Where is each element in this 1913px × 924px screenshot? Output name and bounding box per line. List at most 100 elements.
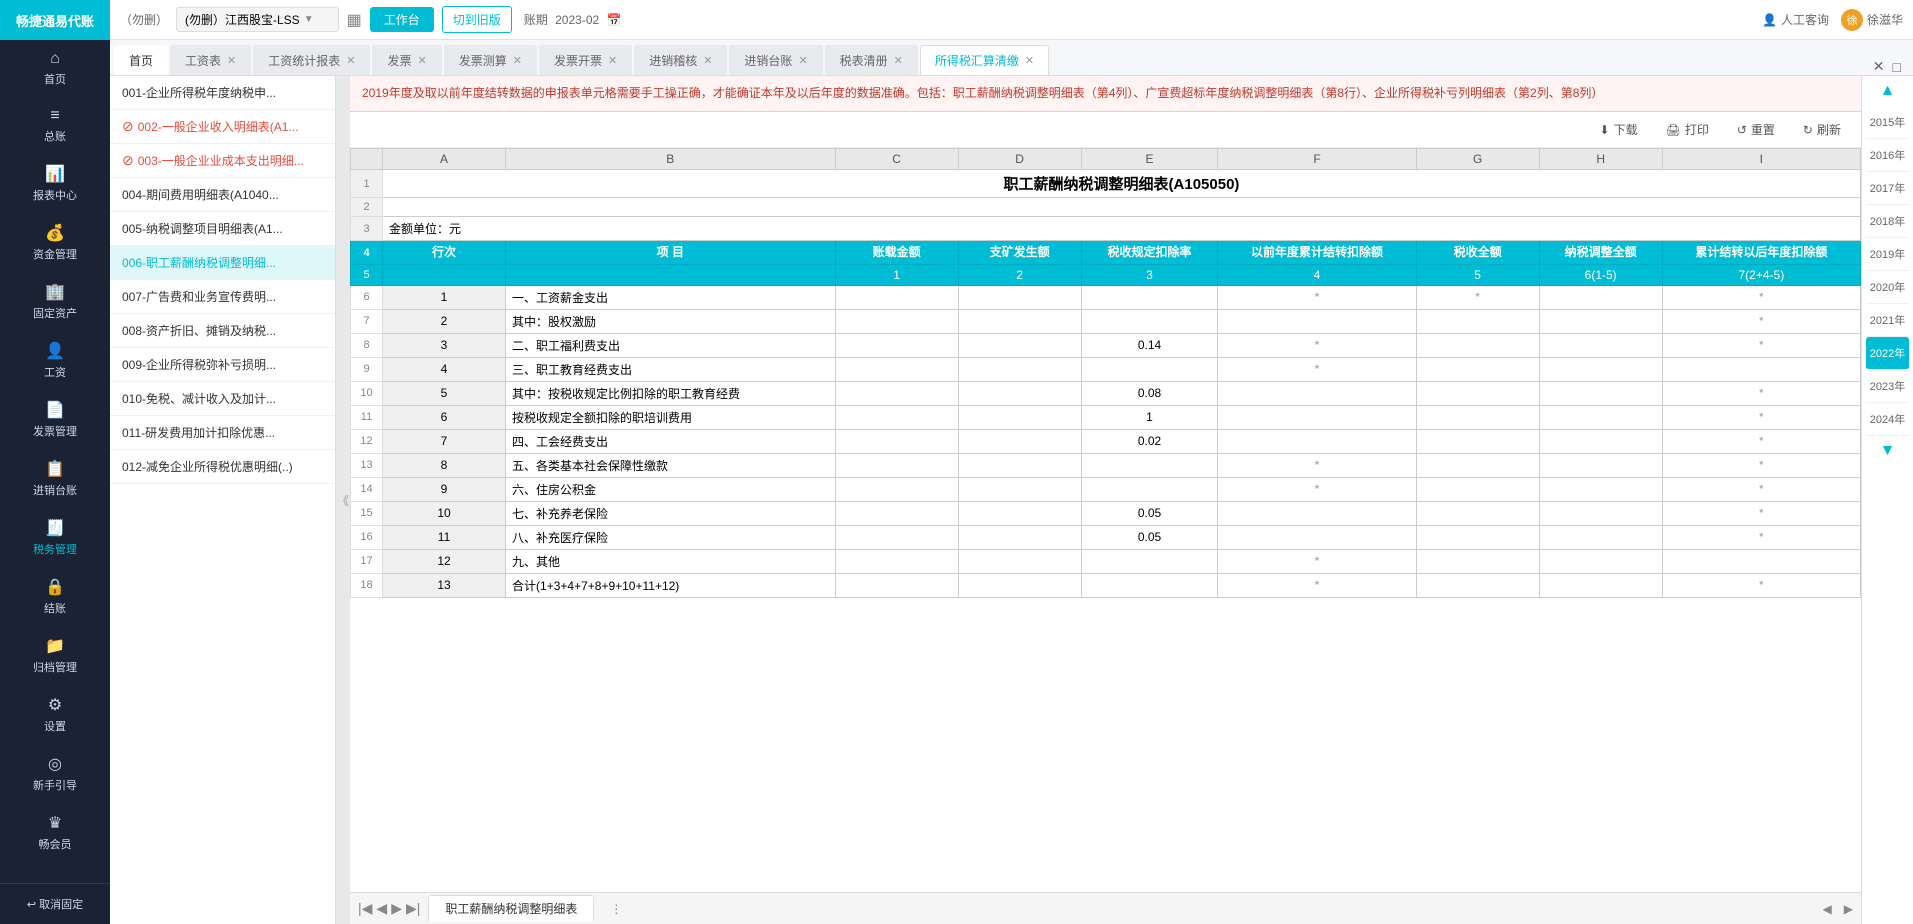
reset-button[interactable]: ↺ 重置 [1729, 118, 1783, 141]
row-18-col-4[interactable]: * [1218, 573, 1416, 597]
row-13-col-1[interactable] [835, 453, 958, 477]
row-14-col-4[interactable]: * [1218, 477, 1416, 501]
form-item-010[interactable]: 010-免税、减计收入及加计... [110, 382, 335, 416]
row-8-col-6[interactable] [1539, 333, 1662, 357]
form-item-001[interactable]: 001-企业所得税年度纳税申... [110, 76, 335, 110]
row-8-col-1[interactable] [835, 333, 958, 357]
year-item-2023年[interactable]: 2023年 [1866, 370, 1909, 403]
calendar-icon2[interactable]: 📅 [607, 13, 622, 27]
row-9-col-3[interactable] [1081, 357, 1218, 381]
sheet-nav-prev[interactable]: ◀ [376, 900, 387, 917]
row-13-col-5[interactable] [1416, 453, 1539, 477]
row-16-col-2[interactable] [958, 525, 1081, 549]
year-item-2019年[interactable]: 2019年 [1866, 238, 1909, 271]
row-17-col-5[interactable] [1416, 549, 1539, 573]
tab-4[interactable]: 发票测算✕ [444, 45, 537, 75]
sidebar-item-purchase-sales[interactable]: 📋进销台账 [0, 449, 110, 508]
row-13-col-4[interactable]: * [1218, 453, 1416, 477]
sheet-tab-main[interactable]: 职工薪酬纳税调整明细表 [428, 895, 594, 922]
year-item-2015年[interactable]: 2015年 [1866, 106, 1909, 139]
row-13-col-3[interactable] [1081, 453, 1218, 477]
row-9-col-5[interactable] [1416, 357, 1539, 381]
row-11-col-7[interactable]: * [1662, 405, 1860, 429]
tab-9[interactable]: 所得税汇算清缴✕ [920, 45, 1049, 75]
tab-close-8[interactable]: ✕ [894, 54, 903, 67]
row-16-col-3[interactable]: 0.05 [1081, 525, 1218, 549]
row-7-col-7[interactable]: * [1662, 309, 1860, 333]
row-11-col-3[interactable]: 1 [1081, 405, 1218, 429]
row-9-col-6[interactable] [1539, 357, 1662, 381]
row-18-col-7[interactable]: * [1662, 573, 1860, 597]
row-17-col-2[interactable] [958, 549, 1081, 573]
row-15-col-2[interactable] [958, 501, 1081, 525]
row-13-col-6[interactable] [1539, 453, 1662, 477]
row-12-col-4[interactable] [1218, 429, 1416, 453]
row-16-col-6[interactable] [1539, 525, 1662, 549]
row-12-col-6[interactable] [1539, 429, 1662, 453]
row-8-col-5[interactable] [1416, 333, 1539, 357]
tab-close-3[interactable]: ✕ [418, 54, 427, 67]
row-9-col-7[interactable] [1662, 357, 1860, 381]
scroll-left-btn[interactable]: ◀ [1823, 902, 1832, 916]
row-8-col-2[interactable] [958, 333, 1081, 357]
row-11-col-1[interactable] [835, 405, 958, 429]
row-13-col-2[interactable] [958, 453, 1081, 477]
row-10-col-3[interactable]: 0.08 [1081, 381, 1218, 405]
table-container[interactable]: ABCDEFGHI1职工薪酬纳税调整明细表(A105050)23金额单位：元4行… [350, 148, 1861, 892]
row-9-col-2[interactable] [958, 357, 1081, 381]
form-item-007[interactable]: 007-广告费和业务宣传费明... [110, 280, 335, 314]
row-14-col-1[interactable] [835, 477, 958, 501]
row-12-col-1[interactable] [835, 429, 958, 453]
row-11-col-4[interactable] [1218, 405, 1416, 429]
tab-close-2[interactable]: ✕ [346, 54, 355, 67]
sidebar-item-new-guide[interactable]: ◎新手引导 [0, 744, 110, 803]
row-6-col-2[interactable] [958, 285, 1081, 309]
tab-close-6[interactable]: ✕ [703, 54, 712, 67]
year-item-2016年[interactable]: 2016年 [1866, 139, 1909, 172]
close-window-btn[interactable]: ✕ [1869, 58, 1889, 75]
year-nav-up[interactable]: ▲ [1862, 76, 1913, 106]
row-7-col-2[interactable] [958, 309, 1081, 333]
sidebar-item-settings[interactable]: ⚙设置 [0, 685, 110, 744]
row-11-col-6[interactable] [1539, 405, 1662, 429]
tab-0[interactable]: 首页 [114, 45, 168, 75]
tab-2[interactable]: 工资统计报表✕ [253, 45, 370, 75]
row-17-col-7[interactable] [1662, 549, 1860, 573]
row-14-col-7[interactable]: * [1662, 477, 1860, 501]
form-item-012[interactable]: 012-减免企业所得税优惠明细(..) [110, 450, 335, 484]
row-10-col-6[interactable] [1539, 381, 1662, 405]
sheet-tabs-menu[interactable]: ⋮ [610, 902, 622, 916]
row-14-col-5[interactable] [1416, 477, 1539, 501]
tab-close-5[interactable]: ✕ [608, 54, 617, 67]
row-16-col-1[interactable] [835, 525, 958, 549]
sheet-nav-first[interactable]: |◀ [358, 900, 372, 917]
row-12-col-7[interactable]: * [1662, 429, 1860, 453]
row-18-col-5[interactable] [1416, 573, 1539, 597]
row-10-col-2[interactable] [958, 381, 1081, 405]
tab-7[interactable]: 进销台账✕ [729, 45, 822, 75]
tab-close-1[interactable]: ✕ [227, 54, 236, 67]
row-9-col-4[interactable]: * [1218, 357, 1416, 381]
old-version-button[interactable]: 切到旧版 [442, 6, 512, 33]
row-14-col-6[interactable] [1539, 477, 1662, 501]
year-item-2024年[interactable]: 2024年 [1866, 403, 1909, 436]
workspace-button[interactable]: 工作台 [370, 7, 434, 32]
row-16-col-7[interactable]: * [1662, 525, 1860, 549]
row-16-col-5[interactable] [1416, 525, 1539, 549]
row-13-col-7[interactable]: * [1662, 453, 1860, 477]
user-menu[interactable]: 徐 徐滋华 [1841, 9, 1903, 31]
row-10-col-7[interactable]: * [1662, 381, 1860, 405]
sidebar-item-home[interactable]: ⌂首页 [0, 40, 110, 97]
sheet-nav-last[interactable]: ▶| [406, 900, 420, 917]
sidebar-item-archive[interactable]: 📁归档管理 [0, 626, 110, 685]
sidebar-item-reports[interactable]: 📊报表中心 [0, 154, 110, 213]
row-12-col-5[interactable] [1416, 429, 1539, 453]
row-18-col-3[interactable] [1081, 573, 1218, 597]
row-7-col-3[interactable] [1081, 309, 1218, 333]
tab-1[interactable]: 工资表✕ [170, 45, 251, 75]
row-7-col-1[interactable] [835, 309, 958, 333]
download-button[interactable]: ⬇ 下载 [1592, 118, 1646, 141]
row-15-col-7[interactable]: * [1662, 501, 1860, 525]
row-10-col-1[interactable] [835, 381, 958, 405]
sidebar-item-member[interactable]: ♛畅会员 [0, 803, 110, 862]
